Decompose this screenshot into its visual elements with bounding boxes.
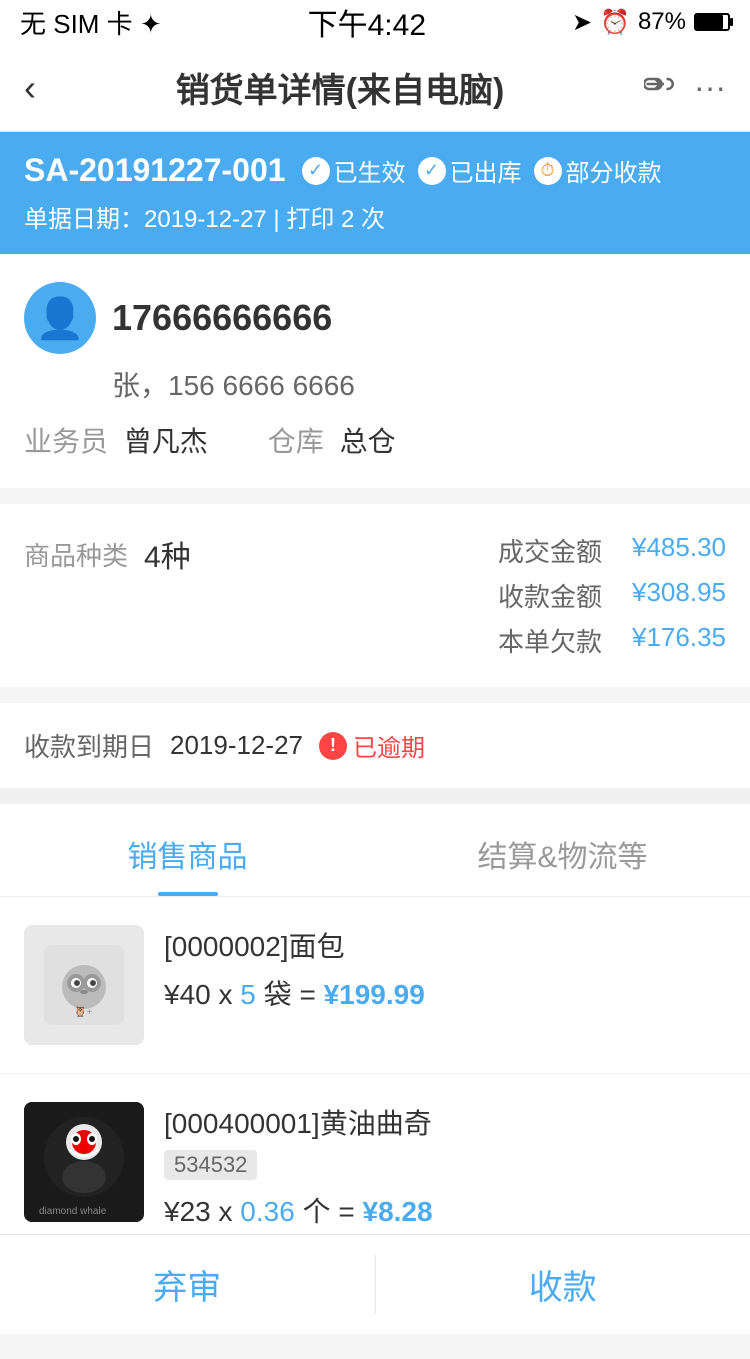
product-thumb-2: diamond whale xyxy=(24,1102,144,1222)
stats-right: 成交金额 ¥485.30 收款金额 ¥308.95 本单欠款 ¥176.35 xyxy=(498,532,726,659)
status-right: ➤ ⏰ 87% xyxy=(572,8,730,37)
qty-2: 0.36 xyxy=(240,1196,295,1227)
alarm-icon: ⏰ xyxy=(600,8,630,37)
staff-item: 业务员 曾凡杰 xyxy=(24,420,208,460)
customer-contact: 张，156 6666 6666 xyxy=(24,364,726,404)
product-price-1: ¥40 x 5 袋 = ¥199.99 xyxy=(164,973,726,1013)
collected-label: 收款金额 xyxy=(498,577,602,614)
warehouse-label: 仓库 xyxy=(268,426,324,457)
tabs-section: 销售商品 结算&物流等 xyxy=(0,804,750,897)
nav-bar: ‹ 销货单详情(来自电脑) ··· xyxy=(0,44,750,132)
confirm-button[interactable]: 收款 xyxy=(376,1235,750,1334)
svg-text:🦉+: 🦉+ xyxy=(74,1006,92,1018)
unit-2: 个 xyxy=(303,1196,331,1227)
equals-2: = xyxy=(338,1196,362,1227)
type-label: 商品种类 xyxy=(24,536,128,573)
back-button[interactable]: ‹ xyxy=(24,67,36,109)
status-bar: 无 SIM 卡 ✦ 下午4:42 ➤ ⏰ 87% xyxy=(0,0,750,44)
customer-phone: 17666666666 xyxy=(112,297,332,339)
overdue-badge: ! 已逾期 xyxy=(319,728,425,763)
bottom-bar: 弃审 收款 xyxy=(0,1234,750,1334)
collected-row: 收款金额 ¥308.95 xyxy=(498,577,726,614)
price-sep-2: x xyxy=(219,1196,241,1227)
product-name-1: [0000002]面包 xyxy=(164,925,726,965)
stats-section: 商品种类 4种 成交金额 ¥485.30 收款金额 ¥308.95 本单欠款 ¥… xyxy=(0,504,750,687)
tab-settlement[interactable]: 结算&物流等 xyxy=(375,804,750,896)
status-time: 下午4:42 xyxy=(308,0,426,44)
section-divider xyxy=(0,788,750,804)
staff-value: 曾凡杰 xyxy=(124,426,208,457)
price-sep-1: x xyxy=(219,979,241,1010)
stats-left: 商品种类 4种 xyxy=(24,532,191,576)
page-title: 销货单详情(来自电脑) xyxy=(176,63,505,112)
debt-label: 本单欠款 xyxy=(498,622,602,659)
product-item-2: diamond whale [000400001]黄油曲奇 534532 ¥23… xyxy=(0,1074,750,1259)
product-name-2: [000400001]黄油曲奇 xyxy=(164,1102,726,1142)
order-badges: ✓ 已生效 ✓ 已出库 ⏱ 部分收款 xyxy=(302,153,662,188)
tab-sales-products[interactable]: 销售商品 xyxy=(0,804,375,896)
badge-active: ✓ 已生效 xyxy=(302,153,406,188)
customer-row: 👤 17666666666 xyxy=(24,282,726,354)
svg-text:diamond whale: diamond whale xyxy=(39,1206,107,1217)
warehouse-value: 总仓 xyxy=(340,426,396,457)
cancel-button[interactable]: 弃审 xyxy=(0,1235,375,1334)
overdue-text: 已逾期 xyxy=(353,728,425,763)
clock-icon: ⏱ xyxy=(534,157,562,185)
product-item-1: 🦉+ [0000002]面包 ¥40 x 5 袋 = ¥199.99 xyxy=(0,897,750,1074)
customer-section: 👤 17666666666 张，156 6666 6666 业务员 曾凡杰 仓库… xyxy=(0,254,750,488)
badge-shipped: ✓ 已出库 xyxy=(418,153,522,188)
debt-value: ¥176.35 xyxy=(632,622,726,659)
check-icon-2: ✓ xyxy=(418,157,446,185)
qty-1: 5 xyxy=(240,979,256,1010)
equals-1: = xyxy=(299,979,323,1010)
deal-amount-label: 成交金额 xyxy=(498,532,602,569)
order-header: SA-20191227-001 ✓ 已生效 ✓ 已出库 ⏱ 部分收款 单据日期：… xyxy=(0,132,750,254)
avatar-icon: 👤 xyxy=(35,295,85,342)
battery-text: 87% xyxy=(638,8,686,36)
overdue-icon: ! xyxy=(319,732,347,760)
debt-row: 本单欠款 ¥176.35 xyxy=(498,622,726,659)
share-icon[interactable] xyxy=(644,69,674,107)
location-icon: ➤ xyxy=(572,8,592,37)
customer-staff: 业务员 曾凡杰 仓库 总仓 xyxy=(24,420,726,460)
due-section: 收款到期日 2019-12-27 ! 已逾期 xyxy=(0,703,750,788)
warehouse-item: 仓库 总仓 xyxy=(268,420,396,460)
collected-value: ¥308.95 xyxy=(632,577,726,614)
product-tag-2: 534532 xyxy=(164,1150,257,1180)
total-2: ¥8.28 xyxy=(363,1196,433,1227)
due-label: 收款到期日 xyxy=(24,727,154,764)
staff-label: 业务员 xyxy=(24,426,108,457)
deal-amount-value: ¥485.30 xyxy=(632,532,726,569)
unit-1: 袋 xyxy=(264,979,292,1010)
customer-avatar: 👤 xyxy=(24,282,96,354)
check-icon-1: ✓ xyxy=(302,157,330,185)
product-thumb-1: 🦉+ xyxy=(24,925,144,1045)
total-1: ¥199.99 xyxy=(324,979,425,1010)
due-date: 2019-12-27 xyxy=(170,730,303,761)
status-left: 无 SIM 卡 ✦ xyxy=(20,4,162,41)
deal-amount-row: 成交金额 ¥485.30 xyxy=(498,532,726,569)
product-info-2: [000400001]黄油曲奇 534532 ¥23 x 0.36 个 = ¥8… xyxy=(164,1102,726,1230)
products-section: 🦉+ [0000002]面包 ¥40 x 5 袋 = ¥199.99 xyxy=(0,897,750,1259)
more-icon[interactable]: ··· xyxy=(694,69,726,106)
order-meta: 单据日期：2019-12-27 | 打印 2 次 xyxy=(24,199,726,234)
battery-icon xyxy=(694,13,730,31)
order-id: SA-20191227-001 xyxy=(24,152,286,189)
badge-partial: ⏱ 部分收款 xyxy=(534,153,662,188)
product-info-1: [0000002]面包 ¥40 x 5 袋 = ¥199.99 xyxy=(164,925,726,1013)
product-price-2: ¥23 x 0.36 个 = ¥8.28 xyxy=(164,1190,726,1230)
nav-actions: ··· xyxy=(644,69,726,107)
type-value: 4种 xyxy=(144,532,191,576)
price-base-1: ¥40 xyxy=(164,979,211,1010)
price-base-2: ¥23 xyxy=(164,1196,211,1227)
